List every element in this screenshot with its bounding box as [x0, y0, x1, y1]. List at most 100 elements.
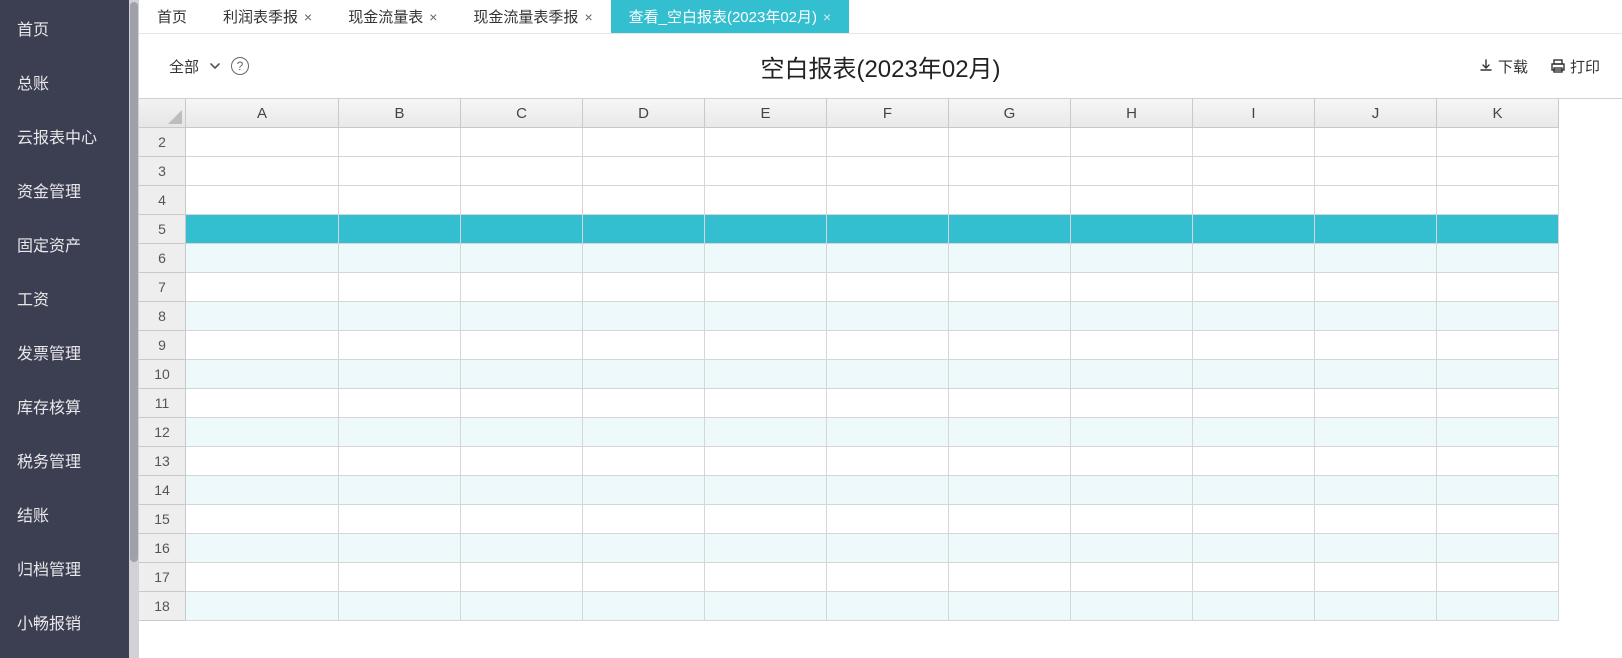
cell[interactable]	[583, 331, 705, 360]
cell[interactable]	[1437, 447, 1559, 476]
cell[interactable]	[186, 563, 339, 592]
cell[interactable]	[949, 563, 1071, 592]
cell[interactable]	[339, 389, 461, 418]
cell[interactable]	[1315, 505, 1437, 534]
row-header[interactable]: 6	[139, 244, 186, 273]
cell[interactable]	[705, 244, 827, 273]
cell[interactable]	[461, 505, 583, 534]
cell[interactable]	[1315, 273, 1437, 302]
cell[interactable]	[186, 476, 339, 505]
sidebar-item-expense[interactable]: 小畅报销	[0, 598, 129, 652]
cell[interactable]	[827, 331, 949, 360]
cell[interactable]	[1071, 360, 1193, 389]
row-header[interactable]: 11	[139, 389, 186, 418]
cell[interactable]	[1437, 157, 1559, 186]
cell[interactable]	[583, 592, 705, 621]
cell[interactable]	[1071, 331, 1193, 360]
cell[interactable]	[705, 128, 827, 157]
cell[interactable]	[339, 447, 461, 476]
cell[interactable]	[1193, 273, 1315, 302]
cell[interactable]	[1437, 215, 1559, 244]
cell[interactable]	[186, 505, 339, 534]
cell[interactable]	[705, 215, 827, 244]
cell[interactable]	[1315, 476, 1437, 505]
cell[interactable]	[1071, 476, 1193, 505]
cell[interactable]	[1193, 418, 1315, 447]
cell[interactable]	[1071, 128, 1193, 157]
column-header[interactable]: G	[949, 99, 1071, 128]
row-header[interactable]: 5	[139, 215, 186, 244]
row-header[interactable]: 13	[139, 447, 186, 476]
cell[interactable]	[1437, 302, 1559, 331]
cell[interactable]	[1071, 215, 1193, 244]
cell[interactable]	[1437, 360, 1559, 389]
cell[interactable]	[705, 389, 827, 418]
column-header[interactable]: I	[1193, 99, 1315, 128]
cell[interactable]	[1193, 215, 1315, 244]
cell[interactable]	[339, 534, 461, 563]
cell[interactable]	[827, 157, 949, 186]
cell[interactable]	[1315, 331, 1437, 360]
column-header[interactable]: D	[583, 99, 705, 128]
row-header[interactable]: 4	[139, 186, 186, 215]
cell[interactable]	[461, 418, 583, 447]
tab-cashflow-quarterly[interactable]: 现金流量表季报 ×	[455, 0, 610, 33]
cell[interactable]	[1315, 157, 1437, 186]
cell[interactable]	[827, 534, 949, 563]
cell[interactable]	[827, 273, 949, 302]
cell[interactable]	[705, 447, 827, 476]
cell[interactable]	[186, 331, 339, 360]
cell[interactable]	[1071, 563, 1193, 592]
cell[interactable]	[1071, 186, 1193, 215]
cell[interactable]	[1315, 360, 1437, 389]
spreadsheet[interactable]: ABCDEFGHIJK23456789101112131415161718	[139, 98, 1622, 658]
filter-dropdown[interactable]: 全部 ?	[169, 56, 249, 77]
row-header[interactable]: 10	[139, 360, 186, 389]
cell[interactable]	[949, 273, 1071, 302]
cell[interactable]	[1315, 563, 1437, 592]
cell[interactable]	[705, 505, 827, 534]
cell[interactable]	[1437, 244, 1559, 273]
cell[interactable]	[827, 592, 949, 621]
cell[interactable]	[1315, 215, 1437, 244]
cell[interactable]	[186, 215, 339, 244]
cell[interactable]	[461, 128, 583, 157]
cell[interactable]	[339, 563, 461, 592]
sidebar-item-invoice[interactable]: 发票管理	[0, 328, 129, 382]
cell[interactable]	[1193, 592, 1315, 621]
cell[interactable]	[339, 186, 461, 215]
sidebar-item-salary[interactable]: 工资	[0, 274, 129, 328]
cell[interactable]	[1071, 273, 1193, 302]
cell[interactable]	[1437, 389, 1559, 418]
row-header[interactable]: 2	[139, 128, 186, 157]
cell[interactable]	[1437, 592, 1559, 621]
cell[interactable]	[461, 389, 583, 418]
tab-blank-report[interactable]: 查看_空白报表(2023年02月) ×	[611, 0, 850, 33]
cell[interactable]	[1315, 447, 1437, 476]
row-header[interactable]: 16	[139, 534, 186, 563]
row-header[interactable]: 9	[139, 331, 186, 360]
column-header[interactable]: B	[339, 99, 461, 128]
sidebar-item-ledger[interactable]: 总账	[0, 58, 129, 112]
row-header[interactable]: 14	[139, 476, 186, 505]
cell[interactable]	[339, 476, 461, 505]
cell[interactable]	[1193, 244, 1315, 273]
cell[interactable]	[186, 389, 339, 418]
column-header[interactable]: F	[827, 99, 949, 128]
cell[interactable]	[583, 534, 705, 563]
cell[interactable]	[827, 389, 949, 418]
cell[interactable]	[583, 186, 705, 215]
cell[interactable]	[461, 534, 583, 563]
cell[interactable]	[583, 418, 705, 447]
cell[interactable]	[949, 389, 1071, 418]
cell[interactable]	[339, 215, 461, 244]
cell[interactable]	[827, 563, 949, 592]
cell[interactable]	[1193, 389, 1315, 418]
cell[interactable]	[186, 534, 339, 563]
cell[interactable]	[1071, 157, 1193, 186]
cell[interactable]	[1315, 534, 1437, 563]
cell[interactable]	[583, 505, 705, 534]
cell[interactable]	[1315, 186, 1437, 215]
cell[interactable]	[1437, 534, 1559, 563]
cell[interactable]	[339, 244, 461, 273]
